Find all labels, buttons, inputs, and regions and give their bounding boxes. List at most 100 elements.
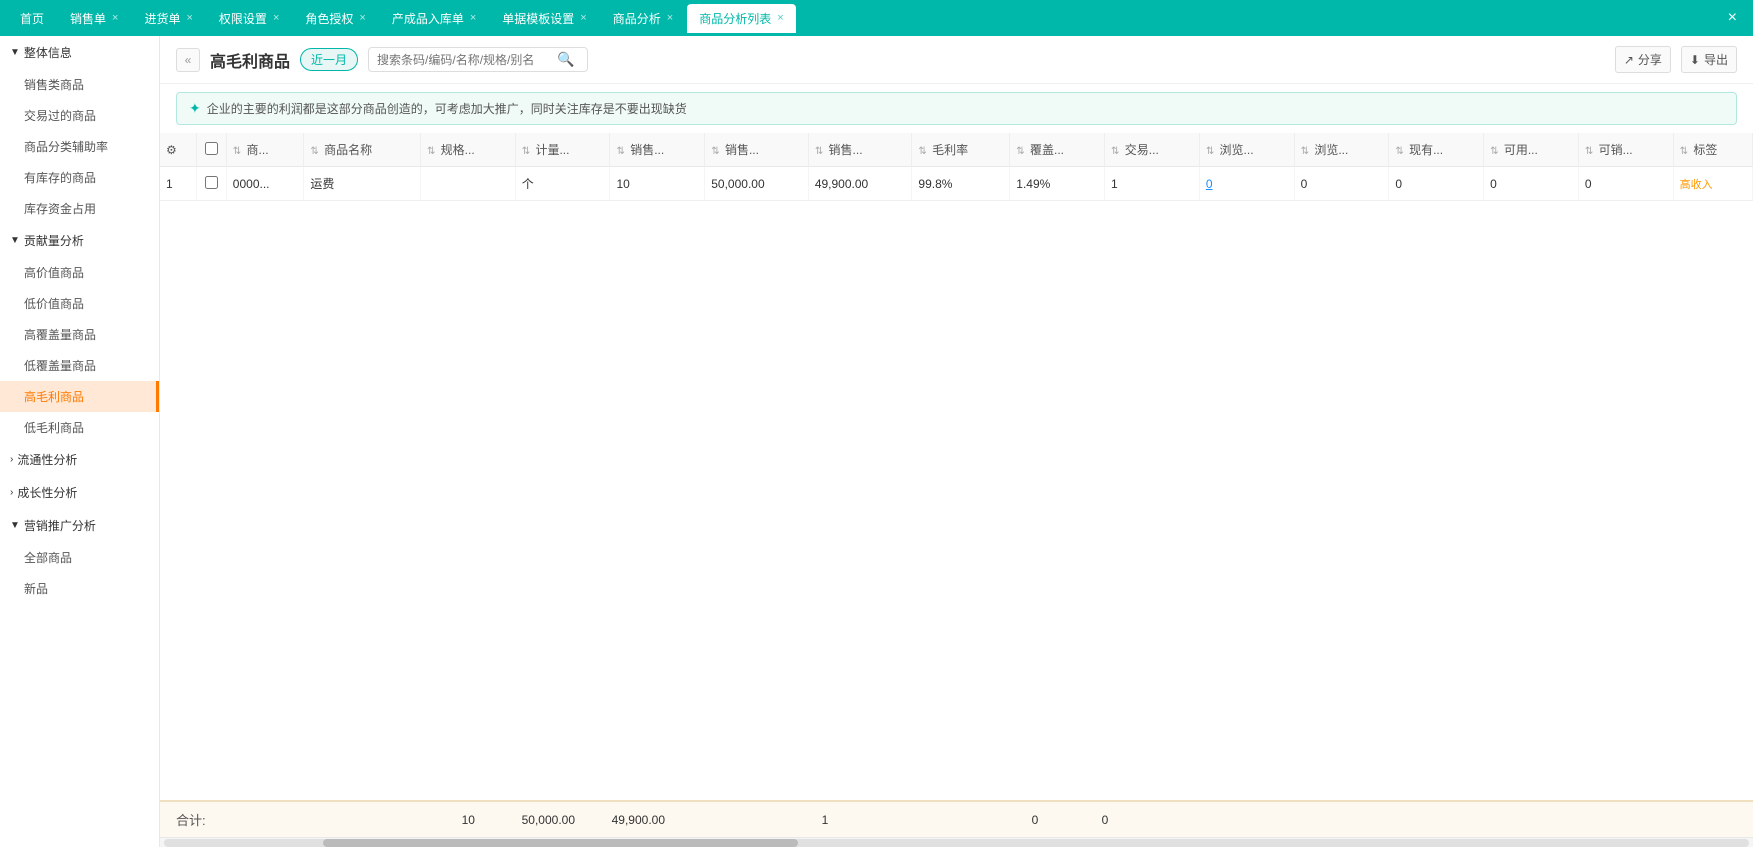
row-checkbox[interactable] — [205, 176, 218, 189]
col-sales-qty[interactable]: ⇅ 销售... — [610, 133, 705, 167]
col-sales-cost[interactable]: ⇅ 销售... — [808, 133, 912, 167]
table-row: 1 0000... 运费 个 10 50,000.00 49,900.00 99… — [160, 167, 1753, 201]
export-icon: ⬇ — [1690, 53, 1700, 67]
sidebar-item-sales-goods[interactable]: 销售类商品 — [0, 69, 159, 100]
horizontal-scrollbar[interactable] — [160, 837, 1753, 847]
sidebar-item-low-margin-goods[interactable]: 低毛利商品 — [0, 412, 159, 443]
sort-icon: ⇅ — [522, 146, 530, 157]
sidebar-item-stocked-goods[interactable]: 有库存的商品 — [0, 162, 159, 193]
col-unit[interactable]: ⇅ 计量... — [515, 133, 610, 167]
col-sales-amount[interactable]: ⇅ 销售... — [705, 133, 809, 167]
close-icon[interactable]: × — [273, 12, 279, 24]
sidebar-item-category-assist-rate[interactable]: 商品分类辅助率 — [0, 131, 159, 162]
sidebar-item-traded-goods[interactable]: 交易过的商品 — [0, 100, 159, 131]
close-icon[interactable]: × — [186, 12, 192, 24]
sort-icon: ⇅ — [1111, 146, 1119, 157]
tab-sales-order[interactable]: 销售单 × — [58, 4, 130, 33]
col-code[interactable]: ⇅ 商... — [226, 133, 304, 167]
sidebar-item-inventory-capital[interactable]: 库存资金占用 — [0, 193, 159, 224]
sort-icon: ⇅ — [711, 146, 719, 157]
tab-home[interactable]: 首页 — [8, 4, 56, 33]
sort-icon: ⇅ — [1490, 146, 1498, 157]
close-icon[interactable]: × — [359, 12, 365, 24]
tab-purchase-order[interactable]: 进货单 × — [132, 4, 204, 33]
cell-gross-margin: 99.8% — [912, 167, 1010, 201]
close-icon[interactable]: × — [112, 12, 118, 24]
search-box-container: 🔍 — [368, 47, 588, 72]
col-transaction[interactable]: ⇅ 交易... — [1105, 133, 1200, 167]
scrollbar-thumb[interactable] — [323, 839, 799, 847]
footer-empty5 — [696, 813, 756, 827]
close-all-tabs[interactable]: × — [1720, 5, 1745, 31]
sidebar-group-liquidity[interactable]: › 流通性分析 — [0, 443, 159, 476]
footer-empty7 — [886, 813, 956, 827]
sort-icon: ⇅ — [1585, 146, 1593, 157]
tab-product-analysis[interactable]: 商品分析 × — [601, 4, 685, 33]
collapse-arrow-icon: › — [10, 487, 13, 498]
cell-tag: 高收入 — [1673, 167, 1752, 201]
scrollbar-track — [164, 839, 1749, 847]
select-all-checkbox[interactable] — [205, 142, 218, 155]
tab-product-warehousing[interactable]: 产成品入库单 × — [380, 4, 488, 33]
close-icon[interactable]: × — [777, 12, 783, 24]
cell-browse1[interactable]: 0 — [1199, 167, 1294, 201]
col-name[interactable]: ⇅ 商品名称 — [304, 133, 421, 167]
footer-current-stock: 0 — [1026, 813, 1096, 827]
col-saleable[interactable]: ⇅ 可销... — [1578, 133, 1673, 167]
close-icon[interactable]: × — [470, 12, 476, 24]
tab-template-settings[interactable]: 单据模板设置 × — [490, 4, 598, 33]
sidebar-item-low-value-goods[interactable]: 低价值商品 — [0, 288, 159, 319]
col-browse2[interactable]: ⇅ 浏览... — [1294, 133, 1389, 167]
collapse-arrow-icon: ▼ — [10, 520, 20, 531]
table-wrapper[interactable]: ⚙ ⇅ 商... ⇅ 商品名称 ⇅ — [160, 133, 1753, 800]
filter-period-button[interactable]: 近一月 — [300, 48, 358, 71]
sort-icon: ⇅ — [233, 146, 241, 157]
tab-product-analysis-list[interactable]: 商品分析列表 × — [687, 4, 795, 33]
sidebar-item-low-coverage-goods[interactable]: 低覆盖量商品 — [0, 350, 159, 381]
footer-sales-qty: 10 — [456, 813, 516, 827]
footer-sales-cost: 49,900.00 — [606, 813, 696, 827]
sidebar-item-high-value-goods[interactable]: 高价值商品 — [0, 257, 159, 288]
sidebar-item-all-goods[interactable]: 全部商品 — [0, 542, 159, 573]
col-settings[interactable]: ⚙ — [160, 133, 196, 167]
close-icon[interactable]: × — [667, 12, 673, 24]
sidebar-collapse-button[interactable]: « — [176, 48, 200, 72]
close-icon[interactable]: × — [580, 12, 586, 24]
cell-name: 运费 — [304, 167, 421, 201]
col-current-stock[interactable]: ⇅ 现有... — [1389, 133, 1484, 167]
sort-icon: ⇅ — [1301, 146, 1309, 157]
sort-icon: ⇅ — [1016, 146, 1024, 157]
sort-icon: ⇅ — [1680, 146, 1688, 157]
sort-icon: ⇅ — [1206, 146, 1214, 157]
share-button[interactable]: ↗ 分享 — [1615, 46, 1671, 73]
sidebar-group-growth[interactable]: › 成长性分析 — [0, 476, 159, 509]
col-coverage[interactable]: ⇅ 覆盖... — [1010, 133, 1105, 167]
sidebar-item-high-margin-goods[interactable]: 高毛利商品 — [0, 381, 159, 412]
sidebar-group-contribution[interactable]: ▼ 贡献量分析 — [0, 224, 159, 257]
footer-sales-amount: 50,000.00 — [516, 813, 606, 827]
cell-sales-qty: 10 — [610, 167, 705, 201]
tab-permission-settings[interactable]: 权限设置 × — [207, 4, 291, 33]
browse1-link[interactable]: 0 — [1206, 177, 1213, 191]
col-browse1[interactable]: ⇅ 浏览... — [1199, 133, 1294, 167]
col-gross-margin[interactable]: ⇅ 毛利率 — [912, 133, 1010, 167]
table-header-row: ⚙ ⇅ 商... ⇅ 商品名称 ⇅ — [160, 133, 1753, 167]
sort-icon: ⇅ — [1395, 146, 1403, 157]
sidebar-item-new-goods[interactable]: 新品 — [0, 573, 159, 604]
sidebar-item-high-coverage-goods[interactable]: 高覆盖量商品 — [0, 319, 159, 350]
search-input[interactable] — [377, 53, 557, 67]
col-available[interactable]: ⇅ 可用... — [1484, 133, 1579, 167]
cell-checkbox — [196, 167, 226, 201]
search-icon[interactable]: 🔍 — [557, 51, 574, 68]
sidebar-group-marketing[interactable]: ▼ 营销推广分析 — [0, 509, 159, 542]
tag-label: 高收入 — [1680, 179, 1713, 191]
footer-label: 合计: — [176, 810, 226, 829]
cell-available: 0 — [1484, 167, 1579, 201]
cell-sales-amount: 50,000.00 — [705, 167, 809, 201]
col-spec[interactable]: ⇅ 规格... — [420, 133, 515, 167]
data-table: ⚙ ⇅ 商... ⇅ 商品名称 ⇅ — [160, 133, 1753, 201]
tab-role-auth[interactable]: 角色授权 × — [293, 4, 377, 33]
export-button[interactable]: ⬇ 导出 — [1681, 46, 1737, 73]
col-tag[interactable]: ⇅ 标签 — [1673, 133, 1752, 167]
sidebar-group-overall[interactable]: ▼ 整体信息 — [0, 36, 159, 69]
